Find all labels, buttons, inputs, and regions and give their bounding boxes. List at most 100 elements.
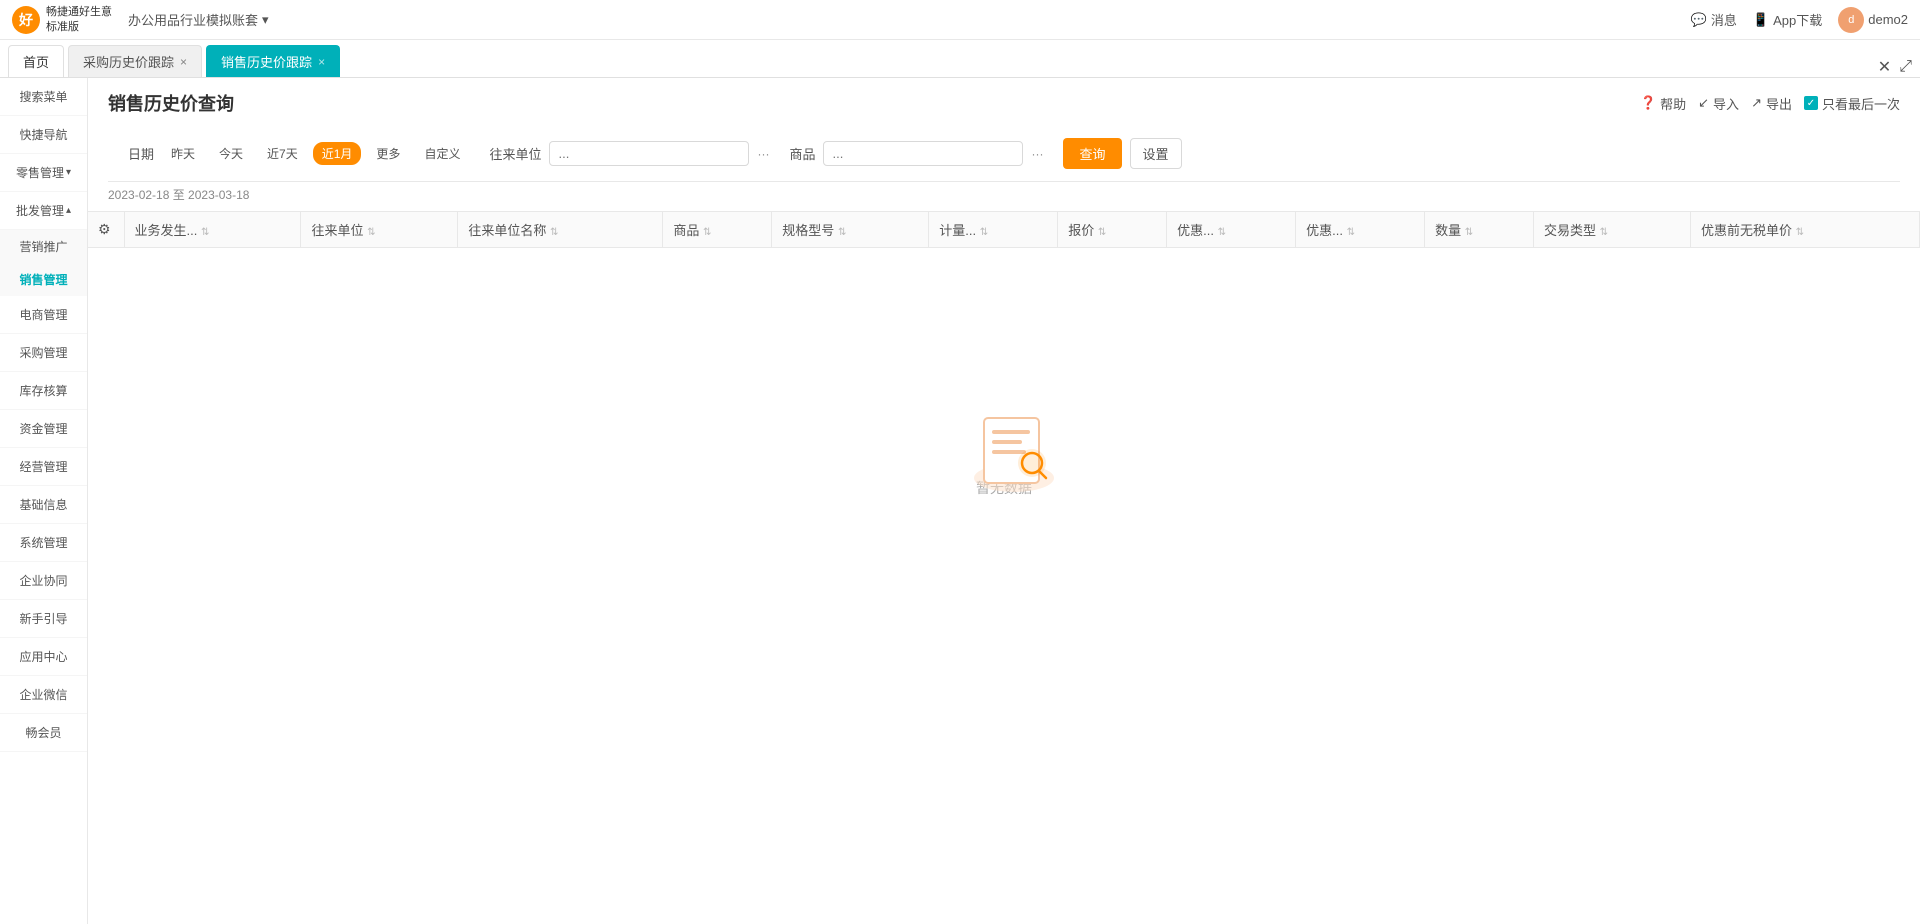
empty-illustration <box>964 398 1044 478</box>
product-input[interactable] <box>823 141 1023 166</box>
query-button[interactable]: 查询 <box>1063 138 1121 169</box>
th-notax-price-label: 优惠前无税单价 <box>1701 223 1792 238</box>
th-unit-label: 计量... <box>939 223 976 238</box>
th-partner-code[interactable]: 往来单位 ⇅ <box>301 212 458 248</box>
sidebar-item-quick-nav[interactable]: 快捷导航 <box>0 116 87 154</box>
page-actions: ❓ 帮助 ↙ 导入 ↗ 导出 ✓ 只看最后一次 <box>1640 94 1900 113</box>
export-icon: ↗ <box>1751 95 1762 111</box>
sidebar-operations-label: 经营管理 <box>19 460 67 474</box>
sidebar-item-ecommerce[interactable]: 电商管理 <box>0 296 87 334</box>
th-notax-price[interactable]: 优惠前无税单价 ⇅ <box>1690 212 1919 248</box>
th-discount2-label: 优惠... <box>1306 223 1343 238</box>
user-profile[interactable]: d demo2 <box>1838 7 1908 33</box>
tab-sales-history[interactable]: 销售历史价跟踪 × <box>206 45 340 77</box>
main-layout: 搜索菜单 快捷导航 零售管理 ▾ 批发管理 ▴ 营销推广 销售管理 电商管理 采… <box>0 78 1920 924</box>
download-icon: 📱 <box>1753 12 1769 28</box>
sidebar-ecommerce-label: 电商管理 <box>19 308 67 322</box>
sidebar-item-inventory[interactable]: 库存核算 <box>0 372 87 410</box>
partner-input[interactable] <box>549 141 749 166</box>
page-title: 销售历史价查询 <box>108 90 234 116</box>
date-btn-today[interactable]: 今天 <box>210 142 252 165</box>
download-label: App下载 <box>1773 10 1822 29</box>
th-qty[interactable]: 数量 ⇅ <box>1425 212 1534 248</box>
th-settings[interactable]: ⚙ <box>88 212 124 248</box>
sidebar-item-apps[interactable]: 应用中心 <box>0 638 87 676</box>
tab-sales-history-close-icon[interactable]: × <box>318 55 325 69</box>
product-filter-label: 商品 <box>789 144 815 163</box>
date-btn-1month[interactable]: 近1月 <box>313 142 362 165</box>
table-header: ⚙ 业务发生... ⇅ 往来单位 ⇅ 往来单位名称 <box>88 212 1920 248</box>
close-tab-action-icon[interactable]: ✕ <box>1878 57 1891 77</box>
sidebar-subitem-sales[interactable]: 销售管理 <box>0 263 87 296</box>
th-spec[interactable]: 规格型号 ⇅ <box>772 212 929 248</box>
app-selector-arrow-icon: ▾ <box>262 12 269 28</box>
partner-filter-group: 往来单位 ··· <box>489 141 769 166</box>
sidebar-item-member[interactable]: 畅会员 <box>0 714 87 752</box>
th-trade-type[interactable]: 交易类型 ⇅ <box>1534 212 1691 248</box>
th-partner-name[interactable]: 往来单位名称 ⇅ <box>458 212 663 248</box>
th-discount1-sort-icon: ⇅ <box>1218 227 1226 238</box>
sidebar-item-wechat[interactable]: 企业微信 <box>0 676 87 714</box>
tab-home[interactable]: 首页 <box>8 45 64 77</box>
sidebar-inventory-label: 库存核算 <box>19 384 67 398</box>
th-biz-date[interactable]: 业务发生... ⇅ <box>124 212 301 248</box>
maximize-tab-action-icon[interactable]: ⤢ <box>1899 58 1912 76</box>
user-label: demo2 <box>1868 12 1908 27</box>
th-spec-label: 规格型号 <box>782 223 834 238</box>
help-icon: ❓ <box>1640 95 1656 111</box>
help-button[interactable]: ❓ 帮助 <box>1640 94 1686 113</box>
th-product-sort-icon: ⇅ <box>703 227 711 238</box>
date-btn-7days[interactable]: 近7天 <box>258 142 307 165</box>
sidebar-finance-label: 资金管理 <box>19 422 67 436</box>
partner-more-icon[interactable]: ··· <box>757 147 769 161</box>
app-selector[interactable]: 办公用品行业模拟账套 ▾ <box>120 6 277 33</box>
sidebar-item-search[interactable]: 搜索菜单 <box>0 78 87 116</box>
product-more-icon[interactable]: ··· <box>1031 147 1043 161</box>
sidebar-item-operations[interactable]: 经营管理 <box>0 448 87 486</box>
th-product[interactable]: 商品 ⇅ <box>663 212 772 248</box>
th-price-sort-icon: ⇅ <box>1098 227 1106 238</box>
tab-home-label: 首页 <box>23 52 49 71</box>
only-last-check-icon: ✓ <box>1804 96 1818 110</box>
sidebar-item-guide[interactable]: 新手引导 <box>0 600 87 638</box>
sidebar-purchase-label: 采购管理 <box>19 346 67 360</box>
sidebar-item-basic[interactable]: 基础信息 <box>0 486 87 524</box>
column-settings-icon[interactable]: ⚙ <box>98 221 111 237</box>
sidebar-item-enterprise[interactable]: 企业协同 <box>0 562 87 600</box>
sidebar-member-label: 畅会员 <box>25 726 61 740</box>
th-biz-date-sort-icon: ⇅ <box>201 227 209 238</box>
sidebar-quick-nav-label: 快捷导航 <box>19 128 67 142</box>
message-button[interactable]: 💬 消息 <box>1691 10 1737 29</box>
sidebar-item-retail[interactable]: 零售管理 ▾ <box>0 154 87 192</box>
data-table: ⚙ 业务发生... ⇅ 往来单位 ⇅ 往来单位名称 <box>88 212 1920 248</box>
date-btn-yesterday[interactable]: 昨天 <box>162 142 204 165</box>
th-discount1[interactable]: 优惠... ⇅ <box>1167 212 1296 248</box>
settings-button[interactable]: 设置 <box>1130 138 1182 169</box>
tab-purchase-history[interactable]: 采购历史价跟踪 × <box>68 45 202 77</box>
filter-buttons: 查询 设置 <box>1063 138 1181 169</box>
sidebar-item-purchase[interactable]: 采购管理 <box>0 334 87 372</box>
only-last-checkbox[interactable]: ✓ 只看最后一次 <box>1804 94 1900 113</box>
sidebar-item-finance[interactable]: 资金管理 <box>0 410 87 448</box>
th-discount2[interactable]: 优惠... ⇅ <box>1296 212 1425 248</box>
th-unit[interactable]: 计量... ⇅ <box>929 212 1058 248</box>
sidebar-item-system[interactable]: 系统管理 <box>0 524 87 562</box>
th-partner-name-sort-icon: ⇅ <box>550 227 558 238</box>
date-btn-more[interactable]: 更多 <box>367 142 409 165</box>
app-download-button[interactable]: 📱 App下载 <box>1753 10 1822 29</box>
table-header-row: ⚙ 业务发生... ⇅ 往来单位 ⇅ 往来单位名称 <box>88 212 1920 248</box>
tab-purchase-history-close-icon[interactable]: × <box>180 55 187 69</box>
th-partner-code-label: 往来单位 <box>311 223 363 238</box>
sidebar-subitem-marketing[interactable]: 营销推广 <box>0 230 87 263</box>
th-price[interactable]: 报价 ⇅ <box>1058 212 1167 248</box>
date-filter-group: 日期 昨天 今天 近7天 近1月 更多 自定义 <box>128 142 469 165</box>
table-container: ⚙ 业务发生... ⇅ 往来单位 ⇅ 往来单位名称 <box>88 212 1920 924</box>
date-btn-custom[interactable]: 自定义 <box>415 142 469 165</box>
sidebar-item-wholesale[interactable]: 批发管理 ▴ <box>0 192 87 230</box>
app-name-label: 办公用品行业模拟账套 <box>128 10 258 29</box>
import-button[interactable]: ↙ 导入 <box>1698 94 1739 113</box>
export-label: 导出 <box>1766 94 1792 113</box>
export-button[interactable]: ↗ 导出 <box>1751 94 1792 113</box>
partner-filter-label: 往来单位 <box>489 144 541 163</box>
date-filter-label: 日期 <box>128 144 154 163</box>
